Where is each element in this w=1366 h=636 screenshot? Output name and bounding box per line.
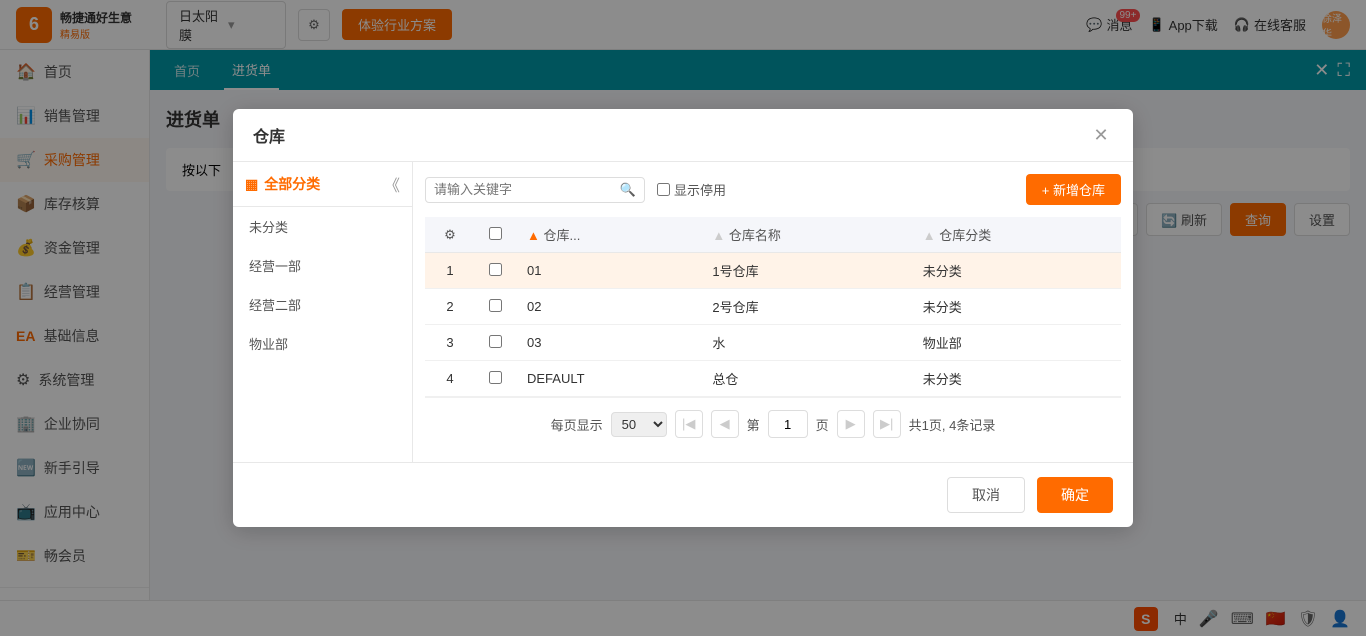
modal-body: ▦ 全部分类 《 未分类 经营一部 经营二部 物业部 🔍 bbox=[233, 162, 1133, 462]
search-input-wrap: 🔍 bbox=[425, 177, 645, 203]
row-name: 2号仓库 bbox=[700, 289, 910, 325]
category-panel: ▦ 全部分类 《 未分类 经营一部 经营二部 物业部 bbox=[233, 162, 413, 462]
row-category: 未分类 bbox=[911, 361, 1121, 397]
row-checkbox[interactable] bbox=[489, 335, 502, 348]
sort-icon: ▲ bbox=[527, 228, 540, 243]
select-all-checkbox[interactable] bbox=[489, 227, 502, 240]
search-icon[interactable]: 🔍 bbox=[620, 182, 636, 198]
table-row[interactable]: 4 DEFAULT 总仓 未分类 bbox=[425, 361, 1121, 397]
category-item-1[interactable]: 经营一部 bbox=[233, 246, 412, 285]
row-checkbox-cell bbox=[475, 361, 515, 397]
table-row[interactable]: 1 01 1号仓库 未分类 bbox=[425, 253, 1121, 289]
total-info: 共1页, 4条记录 bbox=[909, 415, 996, 434]
first-page-btn[interactable]: |◀ bbox=[675, 410, 703, 438]
modal-close-button[interactable]: ✕ bbox=[1089, 123, 1113, 147]
row-category: 物业部 bbox=[911, 325, 1121, 361]
row-checkbox[interactable] bbox=[489, 299, 502, 312]
row-name: 总仓 bbox=[700, 361, 910, 397]
row-checkbox[interactable] bbox=[489, 371, 502, 384]
col-header-settings: ⚙ bbox=[425, 217, 475, 253]
category-item-0[interactable]: 未分类 bbox=[233, 207, 412, 246]
table-head: ⚙ ▲ 仓库... ▲ bbox=[425, 217, 1121, 253]
modal-footer: 取消 确定 bbox=[233, 462, 1133, 527]
sort-icon-2: ▲ bbox=[712, 228, 725, 243]
settings-col-icon: ⚙ bbox=[444, 227, 456, 242]
row-index: 2 bbox=[425, 289, 475, 325]
category-item-2[interactable]: 经营二部 bbox=[233, 285, 412, 324]
row-index: 3 bbox=[425, 325, 475, 361]
next-page-btn[interactable]: ▶ bbox=[837, 410, 865, 438]
table-panel: 🔍 显示停用 + 新增仓库 ⚙ bbox=[413, 162, 1133, 462]
confirm-button[interactable]: 确定 bbox=[1037, 477, 1113, 513]
row-checkbox-cell bbox=[475, 325, 515, 361]
category-header: ▦ 全部分类 《 bbox=[233, 162, 412, 207]
row-code: 03 bbox=[515, 325, 700, 361]
row-code: DEFAULT bbox=[515, 361, 700, 397]
table-body: 1 01 1号仓库 未分类 2 bbox=[425, 253, 1121, 397]
show-disabled-label: 显示停用 bbox=[674, 180, 726, 199]
modal-title: 仓库 bbox=[253, 123, 1089, 147]
table-toolbar: 🔍 显示停用 + 新增仓库 bbox=[425, 174, 1121, 205]
row-name: 1号仓库 bbox=[700, 253, 910, 289]
pagination: 每页显示 50 10 20 100 |◀ ◀ 第 页 ▶ ▶| 共1页, 4条记… bbox=[425, 397, 1121, 450]
row-checkbox[interactable] bbox=[489, 263, 502, 276]
warehouse-modal: 仓库 ✕ ▦ 全部分类 《 未分类 经营一部 经营二部 物业部 bbox=[233, 109, 1133, 527]
category-all-item[interactable]: ▦ 全部分类 bbox=[245, 174, 320, 194]
col-header-category: ▲ 仓库分类 bbox=[911, 217, 1121, 253]
table-container: ⚙ ▲ 仓库... ▲ bbox=[425, 217, 1121, 397]
page-size-select[interactable]: 50 10 20 100 bbox=[611, 412, 667, 437]
row-checkbox-cell bbox=[475, 253, 515, 289]
row-category: 未分类 bbox=[911, 253, 1121, 289]
row-code: 02 bbox=[515, 289, 700, 325]
col-header-code: ▲ 仓库... bbox=[515, 217, 700, 253]
add-warehouse-button[interactable]: + 新增仓库 bbox=[1026, 174, 1121, 205]
table-row[interactable]: 2 02 2号仓库 未分类 bbox=[425, 289, 1121, 325]
grid-icon: ▦ bbox=[245, 176, 258, 193]
row-code: 01 bbox=[515, 253, 700, 289]
modal-header: 仓库 ✕ bbox=[233, 109, 1133, 162]
category-collapse-btn[interactable]: 《 bbox=[384, 172, 400, 196]
row-name: 水 bbox=[700, 325, 910, 361]
page-unit: 页 bbox=[816, 415, 829, 434]
row-checkbox-cell bbox=[475, 289, 515, 325]
cancel-button[interactable]: 取消 bbox=[947, 477, 1025, 513]
row-index: 4 bbox=[425, 361, 475, 397]
last-page-btn[interactable]: ▶| bbox=[873, 410, 901, 438]
col-header-name: ▲ 仓库名称 bbox=[700, 217, 910, 253]
page-label: 第 bbox=[747, 415, 760, 434]
warehouse-table: ⚙ ▲ 仓库... ▲ bbox=[425, 217, 1121, 397]
show-disabled-checkbox-label[interactable]: 显示停用 bbox=[657, 180, 726, 199]
category-all-label: 全部分类 bbox=[264, 174, 320, 194]
show-disabled-checkbox[interactable] bbox=[657, 183, 670, 196]
category-item-3[interactable]: 物业部 bbox=[233, 324, 412, 363]
col-header-checkbox bbox=[475, 217, 515, 253]
row-category: 未分类 bbox=[911, 289, 1121, 325]
table-row[interactable]: 3 03 水 物业部 bbox=[425, 325, 1121, 361]
page-input[interactable] bbox=[768, 410, 808, 438]
sort-icon-3: ▲ bbox=[923, 228, 936, 243]
page-size-label: 每页显示 bbox=[551, 415, 603, 434]
search-input[interactable] bbox=[434, 182, 620, 197]
row-index: 1 bbox=[425, 253, 475, 289]
modal-overlay: 仓库 ✕ ▦ 全部分类 《 未分类 经营一部 经营二部 物业部 bbox=[0, 0, 1366, 636]
prev-page-btn[interactable]: ◀ bbox=[711, 410, 739, 438]
